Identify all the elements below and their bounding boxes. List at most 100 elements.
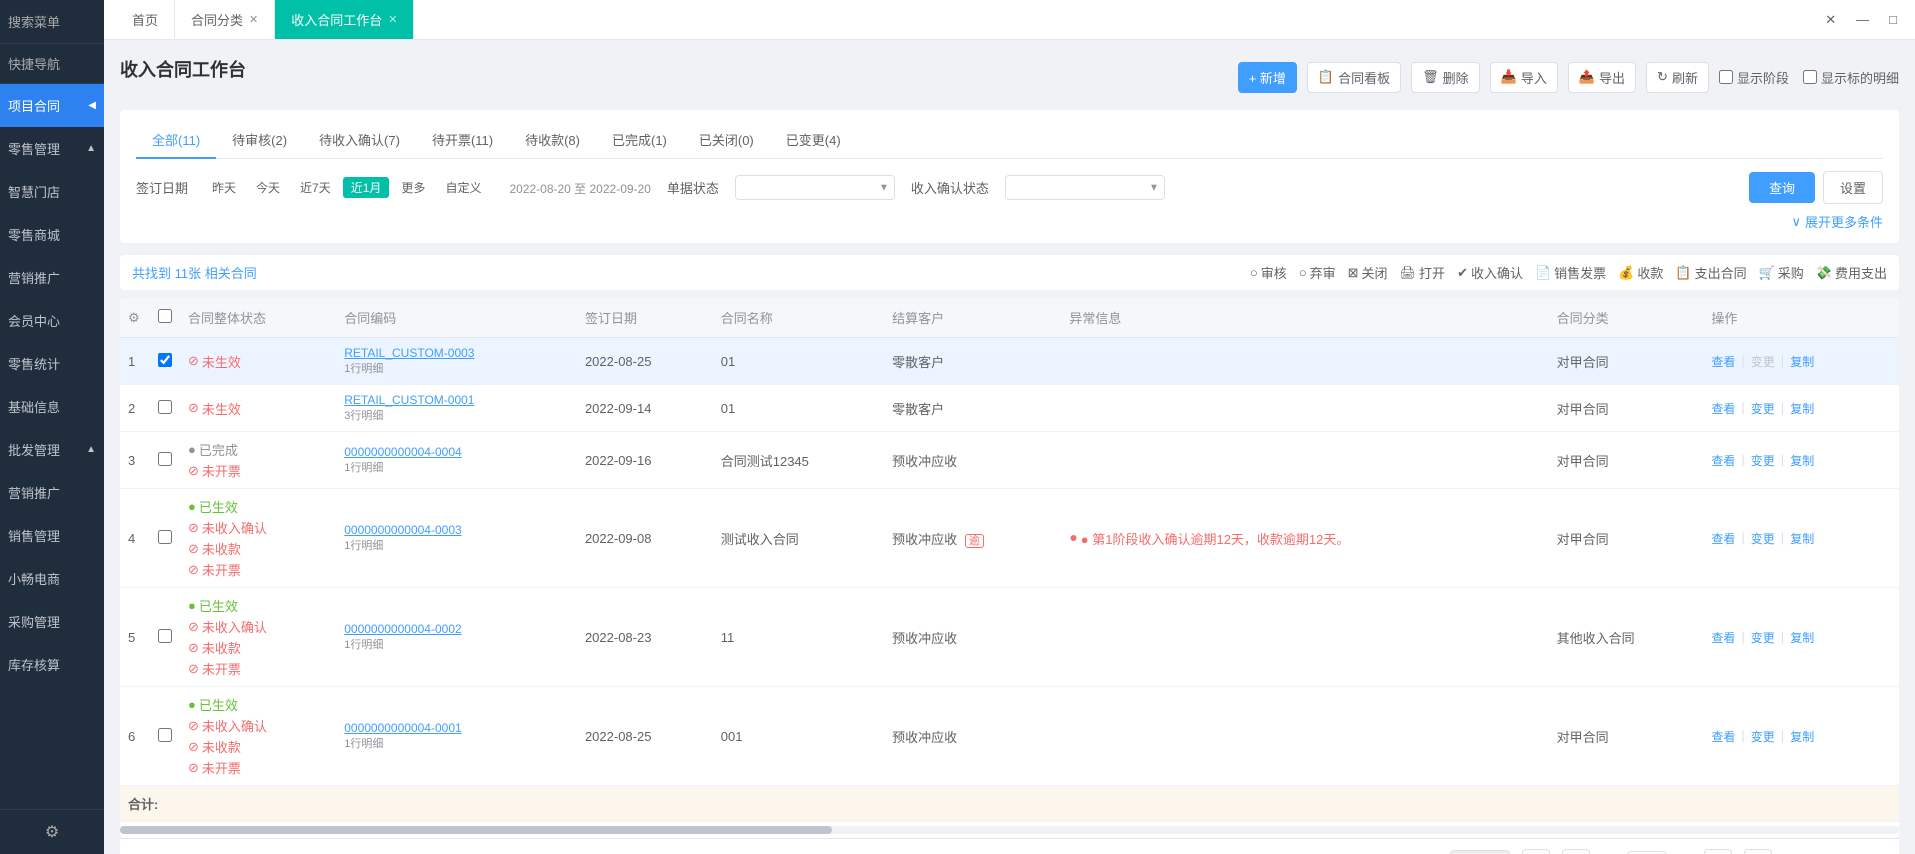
horizontal-scrollbar[interactable] — [120, 826, 1899, 834]
date-opt-last1month[interactable]: 近1月 — [343, 177, 390, 198]
per-page-select[interactable]: 50 10 20 100 — [1450, 850, 1510, 854]
close-btn[interactable]: ⊠ 关闭 — [1348, 263, 1388, 282]
next-page-btn[interactable]: ▶ — [1704, 849, 1732, 854]
audit-btn[interactable]: ○ 审核 — [1250, 263, 1287, 282]
sidebar-item-smart-store[interactable]: 智慧门店 — [0, 170, 104, 213]
sidebar-item-basic-info[interactable]: 基础信息 — [0, 385, 104, 428]
window-max-icon[interactable]: □ — [1883, 10, 1903, 29]
contract-code-link[interactable]: RETAIL_CUSTOM-0003 — [344, 346, 569, 360]
tab-home[interactable]: 首页 — [116, 0, 175, 39]
sidebar-item-marketing2[interactable]: 营销推广 — [0, 471, 104, 514]
change-link[interactable]: 变更 — [1751, 530, 1775, 547]
tab-income-workbench[interactable]: 收入合同工作台 ✕ — [275, 0, 414, 39]
sidebar-quicknav[interactable]: 快捷导航 — [0, 44, 104, 84]
sidebar-item-purchase[interactable]: 采购管理 — [0, 600, 104, 643]
gear-icon[interactable]: ⚙ — [8, 822, 96, 842]
doc-status-select[interactable] — [735, 175, 895, 200]
row-checkbox[interactable] — [150, 338, 180, 385]
expense-out-btn[interactable]: 💸 费用支出 — [1816, 263, 1887, 282]
sidebar-item-marketing[interactable]: 营销推广 — [0, 256, 104, 299]
print-btn[interactable]: 🖨 打开 — [1400, 263, 1446, 282]
copy-link[interactable]: 复制 — [1790, 400, 1814, 417]
copy-link[interactable]: 复制 — [1790, 353, 1814, 370]
view-link[interactable]: 查看 — [1711, 629, 1735, 646]
export-button[interactable]: 📤 导出 — [1568, 62, 1636, 93]
view-link[interactable]: 查看 — [1711, 452, 1735, 469]
col-settings-icon[interactable]: ⚙ — [120, 298, 150, 338]
tab-close-contract-category[interactable]: ✕ — [249, 13, 258, 26]
query-button[interactable]: 查询 — [1749, 172, 1815, 203]
copy-link[interactable]: 复制 — [1790, 728, 1814, 745]
view-link[interactable]: 查看 — [1711, 530, 1735, 547]
date-opt-today[interactable]: 今天 — [248, 177, 288, 198]
copy-link[interactable]: 复制 — [1790, 452, 1814, 469]
out-contract-btn[interactable]: 📋 支出合同 — [1675, 263, 1746, 282]
sales-invoice-btn[interactable]: 📄 销售发票 — [1535, 263, 1606, 282]
last-page-btn[interactable]: ▶▶ — [1744, 849, 1772, 854]
first-page-btn[interactable]: ◀◀ — [1522, 849, 1550, 854]
select-all-checkbox[interactable] — [158, 309, 172, 323]
contract-code-link[interactable]: RETAIL_CUSTOM-0001 — [344, 393, 569, 407]
payment-btn[interactable]: 💰 收款 — [1618, 263, 1663, 282]
sidebar-item-xiaobi[interactable]: 小畅电商 — [0, 557, 104, 600]
sidebar-item-sales-mgmt[interactable]: 销售管理 — [0, 514, 104, 557]
change-link[interactable]: 变更 — [1751, 629, 1775, 646]
import-button[interactable]: 📥 导入 — [1490, 62, 1558, 93]
status-tab-all[interactable]: 全部(11) — [136, 122, 216, 159]
sidebar-item-inventory[interactable]: 库存核算 — [0, 643, 104, 686]
view-link[interactable]: 查看 — [1711, 353, 1735, 370]
add-button[interactable]: + 新增 — [1238, 62, 1297, 93]
scrollbar-thumb[interactable] — [120, 826, 832, 834]
row-checkbox[interactable] — [150, 489, 180, 588]
col-checkbox-header[interactable] — [150, 298, 180, 338]
status-tab-pending-review[interactable]: 待审核(2) — [216, 122, 303, 159]
copy-link[interactable]: 复制 — [1790, 530, 1814, 547]
status-tab-changed[interactable]: 已变更(4) — [770, 122, 857, 159]
purchase-btn[interactable]: 🛒 采购 — [1759, 263, 1804, 282]
row-checkbox[interactable] — [150, 687, 180, 786]
contract-code-link[interactable]: 0000000000004-0003 — [344, 523, 569, 537]
date-opt-last7[interactable]: 近7天 — [292, 177, 339, 198]
view-link[interactable]: 查看 — [1711, 400, 1735, 417]
sidebar-item-retail-mgmt[interactable]: 零售管理 ▲ — [0, 127, 104, 170]
date-opt-custom[interactable]: 自定义 — [437, 177, 489, 198]
change-link[interactable]: 变更 — [1751, 728, 1775, 745]
row-checkbox[interactable] — [150, 432, 180, 489]
sidebar-item-project[interactable]: 项目合同 ◀ — [0, 84, 104, 127]
tab-close-income-workbench[interactable]: ✕ — [388, 13, 397, 26]
contract-board-button[interactable]: 📋 合同看板 — [1307, 62, 1401, 93]
tab-contract-category[interactable]: 合同分类 ✕ — [175, 0, 275, 39]
date-opt-yesterday[interactable]: 昨天 — [204, 177, 244, 198]
abandon-btn[interactable]: ○ 弃审 — [1299, 263, 1336, 282]
page-number-input[interactable] — [1627, 851, 1667, 854]
contract-code-link[interactable]: 0000000000004-0004 — [344, 445, 569, 459]
status-tab-pending-invoice[interactable]: 待开票(11) — [416, 122, 509, 159]
status-tab-pending-payment[interactable]: 待收款(8) — [509, 122, 596, 159]
copy-link[interactable]: 复制 — [1790, 629, 1814, 646]
window-close-icon[interactable]: ✕ — [1819, 10, 1842, 30]
view-link[interactable]: 查看 — [1711, 728, 1735, 745]
income-confirm-select[interactable] — [1005, 175, 1165, 200]
setting-button[interactable]: 设置 — [1823, 171, 1883, 204]
status-tab-pending-income-confirm[interactable]: 待收入确认(7) — [303, 122, 416, 159]
sidebar-item-retail-stat[interactable]: 零售统计 — [0, 342, 104, 385]
contract-code-link[interactable]: 0000000000004-0001 — [344, 721, 569, 735]
status-tab-closed[interactable]: 已关闭(0) — [683, 122, 770, 159]
show-stage-checkbox[interactable] — [1719, 70, 1733, 84]
expand-conditions-btn[interactable]: ∨ 展开更多条件 — [1791, 212, 1883, 231]
income-confirm-btn[interactable]: ✔ 收入确认 — [1457, 263, 1523, 282]
show-detail-checkbox[interactable] — [1803, 70, 1817, 84]
date-opt-more[interactable]: 更多 — [393, 177, 433, 198]
prev-page-btn[interactable]: ◀ — [1562, 849, 1590, 854]
sidebar-item-retail-mall[interactable]: 零售商城 — [0, 213, 104, 256]
sidebar-item-member[interactable]: 会员中心 — [0, 299, 104, 342]
window-min-icon[interactable]: — — [1850, 10, 1875, 29]
refresh-button[interactable]: ↻ 刷新 — [1646, 62, 1709, 93]
row-checkbox[interactable] — [150, 588, 180, 687]
status-tab-completed[interactable]: 已完成(1) — [596, 122, 683, 159]
row-checkbox[interactable] — [150, 385, 180, 432]
sidebar-search[interactable]: 搜索菜单 — [0, 0, 104, 44]
sidebar-item-wholesale-mgmt[interactable]: 批发管理 ▲ — [0, 428, 104, 471]
change-link[interactable]: 变更 — [1751, 452, 1775, 469]
delete-button[interactable]: 🗑 删除 — [1411, 62, 1480, 93]
